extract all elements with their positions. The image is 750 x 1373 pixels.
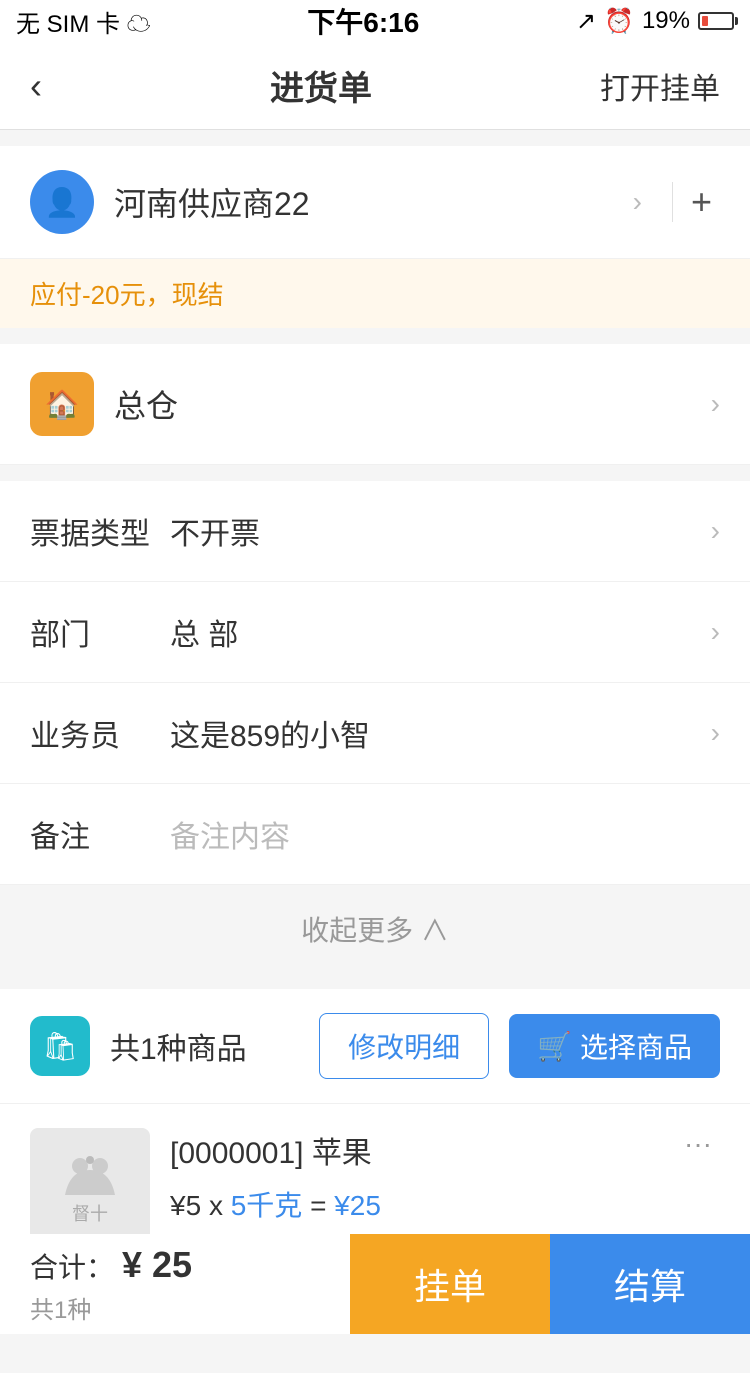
product-more-button[interactable]: ··· [676, 1128, 720, 1160]
bottom-bar: 合计： ¥ 25 共1种 挂单 结算 [0, 1234, 750, 1334]
warehouse-label: 总仓 [114, 381, 711, 427]
modify-detail-button[interactable]: 修改明细 [319, 1013, 489, 1079]
department-label: 部门 [30, 610, 170, 654]
product-thumb-placeholder: 督十 [60, 1150, 120, 1226]
collapse-toggle[interactable]: 收起更多 ∧ [0, 885, 750, 973]
select-product-button[interactable]: 🛒 选择商品 [509, 1014, 720, 1078]
ticket-type-label: 票据类型 [30, 509, 170, 553]
notice-text: 应付-20元，现结 [30, 280, 224, 310]
collapse-label: 收起更多 ∧ [301, 915, 449, 946]
salesperson-label: 业务员 [30, 711, 170, 755]
battery-percent: 19% [642, 7, 690, 35]
warehouse-icon: 🏠 [30, 372, 94, 436]
ticket-type-row[interactable]: 票据类型 不开票 › [0, 481, 750, 582]
status-left: 无 SIM 卡 ☁ [16, 4, 151, 39]
status-time: 下午6:16 [307, 1, 419, 41]
salesperson-row[interactable]: 业务员 这是859的小智 › [0, 683, 750, 784]
select-btn-label: 选择商品 [580, 1026, 692, 1066]
notice-bar: 应付-20元，现结 [0, 259, 750, 328]
equals: = [310, 1190, 334, 1221]
remark-label: 备注 [30, 812, 170, 856]
select-cart-icon: 🛒 [537, 1030, 572, 1063]
supplier-chevron-icon: › [633, 186, 642, 218]
add-supplier-button[interactable]: + [683, 181, 720, 223]
section-gap-4 [0, 973, 750, 989]
page-title: 进货单 [270, 61, 372, 110]
nav-bar: ‹ 进货单 打开挂单 [0, 42, 750, 130]
thumb-label: 督十 [72, 1200, 108, 1226]
back-button[interactable]: ‹ [30, 65, 42, 107]
salesperson-chevron-icon: › [711, 717, 720, 749]
warehouse-chevron-icon: › [711, 388, 720, 420]
supplier-section: 👤 河南供应商22 › + 应付-20元，现结 [0, 146, 750, 328]
warehouse-row[interactable]: 🏠 总仓 › [0, 344, 750, 465]
total-area: 合计： ¥ 25 共1种 [0, 1244, 350, 1325]
supplier-avatar: 👤 [30, 170, 94, 234]
total-amount: ¥ 25 [122, 1244, 192, 1286]
department-row[interactable]: 部门 总 部 › [0, 582, 750, 683]
cart-icon: 🛍 [42, 1030, 78, 1063]
department-chevron-icon: › [711, 616, 720, 648]
form-section: 票据类型 不开票 › 部门 总 部 › 业务员 这是859的小智 › 备注 备注… [0, 481, 750, 885]
sim-status: 无 SIM 卡 ☁ [16, 4, 151, 39]
alarm-icon: ⏰ [604, 7, 634, 36]
total-line1: 合计： ¥ 25 [30, 1244, 320, 1286]
unit-price: ¥5 [170, 1190, 201, 1221]
subtotal: ¥25 [334, 1190, 381, 1221]
product-section-icon: 🛍 [30, 1016, 90, 1076]
open-pending-button[interactable]: 打开挂单 [600, 64, 720, 108]
product-code: [0000001] [170, 1137, 303, 1170]
quantity: 5千克 [231, 1190, 303, 1221]
section-gap-2 [0, 328, 750, 344]
vertical-divider [672, 182, 673, 222]
ticket-type-value: 不开票 [170, 509, 695, 553]
status-right: ↗ ⏰ 19% [576, 7, 734, 36]
product-thumbnail: 督十 [30, 1128, 150, 1248]
ticket-type-chevron-icon: › [711, 515, 720, 547]
total-count: 共1种 [30, 1290, 320, 1325]
salesperson-value: 这是859的小智 [170, 711, 695, 755]
checkout-button[interactable]: 结算 [550, 1234, 750, 1334]
battery-icon [698, 12, 734, 30]
price-x: x [209, 1190, 231, 1221]
location-icon: ↗ [576, 7, 596, 36]
product-info: [0000001] 苹果 ¥5 x 5千克 = ¥25 [170, 1128, 656, 1224]
suspend-button[interactable]: 挂单 [350, 1234, 550, 1334]
supplier-name[interactable]: 河南供应商22 [114, 179, 633, 225]
product-count-label: 共1种商品 [110, 1024, 299, 1068]
department-value: 总 部 [170, 610, 695, 654]
warehouse-section: 🏠 总仓 › [0, 344, 750, 465]
avatar-icon: 👤 [45, 186, 80, 219]
product-price-line: ¥5 x 5千克 = ¥25 [170, 1184, 656, 1224]
product-header: 🛍 共1种商品 修改明细 🛒 选择商品 [0, 989, 750, 1104]
section-gap-3 [0, 465, 750, 481]
product-name: [0000001] 苹果 [170, 1128, 656, 1172]
product-title: 苹果 [312, 1137, 372, 1170]
total-label: 合计： [30, 1246, 114, 1286]
remark-row[interactable]: 备注 备注内容 [0, 784, 750, 885]
section-gap-1 [0, 130, 750, 146]
supplier-row: 👤 河南供应商22 › + [0, 146, 750, 259]
status-bar: 无 SIM 卡 ☁ 下午6:16 ↗ ⏰ 19% [0, 0, 750, 42]
remark-placeholder: 备注内容 [170, 812, 704, 856]
